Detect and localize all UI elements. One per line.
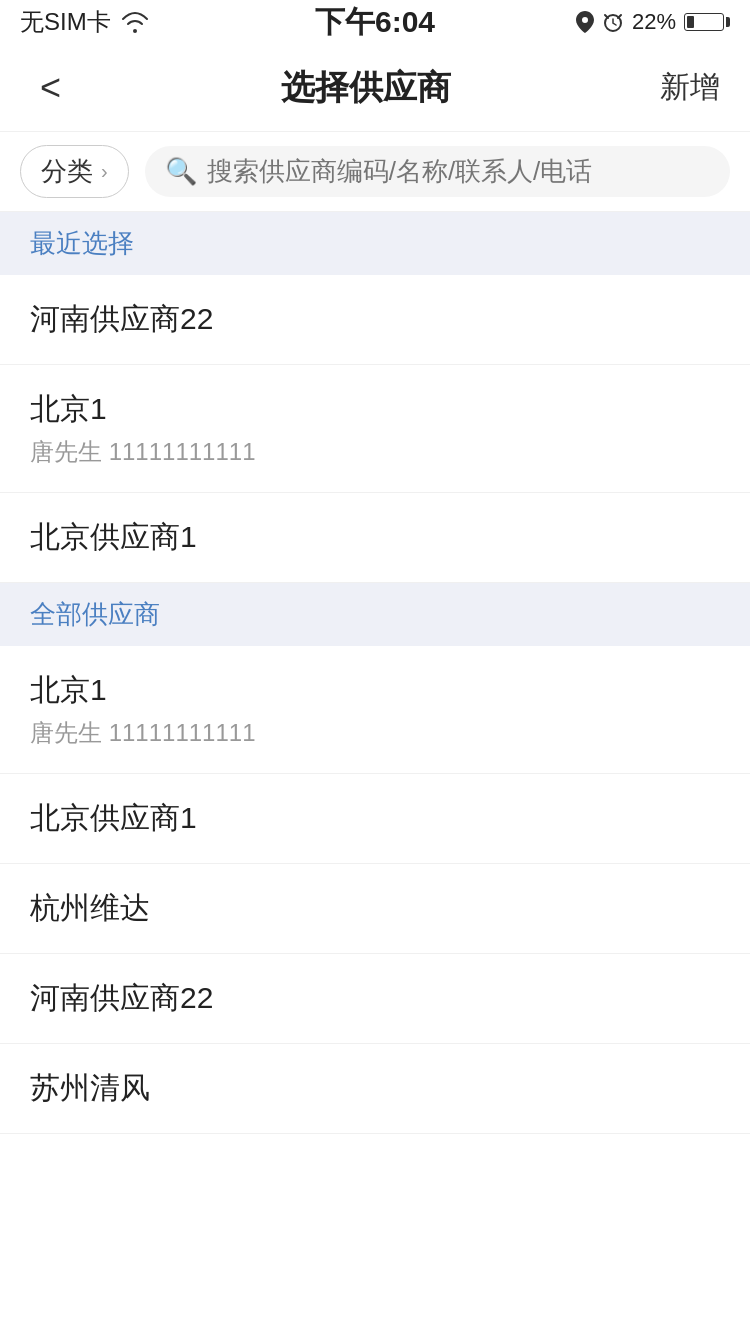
search-box[interactable]: 🔍 <box>145 146 730 197</box>
filter-bar: 分类 › 🔍 <box>0 132 750 212</box>
item-name: 北京1 <box>30 670 720 711</box>
carrier-text: 无SIM卡 <box>20 6 111 38</box>
list-item[interactable]: 北京1 唐先生 11111111111 <box>0 646 750 774</box>
wifi-icon <box>121 11 149 33</box>
nav-bar: < 选择供应商 新增 <box>0 44 750 132</box>
list-item[interactable]: 北京1 唐先生 11111111111 <box>0 365 750 493</box>
list-item[interactable]: 河南供应商22 <box>0 275 750 365</box>
back-button[interactable]: < <box>30 57 71 119</box>
location-icon <box>576 11 594 33</box>
list-item[interactable]: 杭州维达 <box>0 864 750 954</box>
section-header-all: 全部供应商 <box>0 583 750 646</box>
item-name: 杭州维达 <box>30 888 720 929</box>
battery-percentage: 22% <box>632 9 676 35</box>
status-time: 下午6:04 <box>315 2 435 43</box>
section-header-recent: 最近选择 <box>0 212 750 275</box>
item-name: 北京供应商1 <box>30 517 720 558</box>
page-title: 选择供应商 <box>281 65 451 111</box>
search-input[interactable] <box>207 156 710 187</box>
item-name: 苏州清风 <box>30 1068 720 1109</box>
list-container: 最近选择河南供应商22 北京1 唐先生 11111111111 北京供应商1 全部供应商… <box>0 212 750 1134</box>
alarm-icon <box>602 11 624 33</box>
chevron-right-icon: › <box>101 160 108 183</box>
category-label: 分类 <box>41 154 93 189</box>
item-sub: 唐先生 11111111111 <box>30 717 720 749</box>
status-right: 22% <box>576 9 730 35</box>
category-button[interactable]: 分类 › <box>20 145 129 198</box>
item-sub: 唐先生 11111111111 <box>30 436 720 468</box>
item-name: 河南供应商22 <box>30 978 720 1019</box>
list-item[interactable]: 北京供应商1 <box>0 493 750 583</box>
list-item[interactable]: 河南供应商22 <box>0 954 750 1044</box>
list-item[interactable]: 苏州清风 <box>0 1044 750 1134</box>
item-name: 北京供应商1 <box>30 798 720 839</box>
status-left: 无SIM卡 <box>20 6 149 38</box>
battery-icon <box>684 13 730 31</box>
list-item[interactable]: 北京供应商1 <box>0 774 750 864</box>
item-name: 北京1 <box>30 389 720 430</box>
search-icon: 🔍 <box>165 156 197 187</box>
item-name: 河南供应商22 <box>30 299 720 340</box>
status-bar: 无SIM卡 下午6:04 22% <box>0 0 750 44</box>
add-button[interactable]: 新增 <box>660 67 720 108</box>
